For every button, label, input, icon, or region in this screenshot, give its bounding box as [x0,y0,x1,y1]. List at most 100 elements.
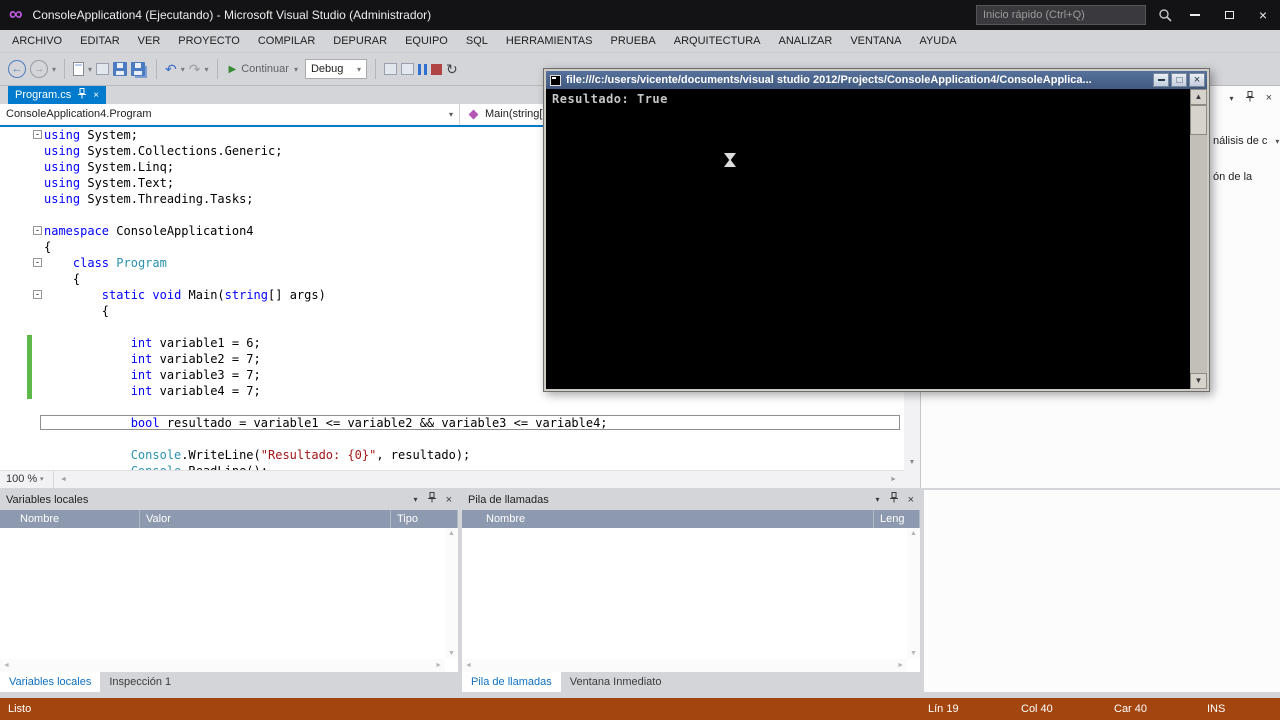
menu-sql[interactable]: SQL [457,30,497,52]
pin-icon[interactable] [427,490,437,510]
menu-ventana[interactable]: VENTANA [841,30,910,52]
tool-tab-variables-locales[interactable]: Variables locales [0,672,101,692]
locals-grid-body[interactable]: ▲ ▼ ◄ ► [0,528,458,672]
menu-equipo[interactable]: EQUIPO [396,30,457,52]
zoom-selector[interactable]: 100 % [0,471,54,489]
pin-icon[interactable] [77,88,87,102]
restart-button[interactable]: ↻ [446,62,458,76]
outlining-collapse-icon[interactable]: - [33,130,42,139]
menu-analizar[interactable]: ANALIZAR [770,30,842,52]
undo-icon[interactable]: ↶ [165,62,177,76]
menu-ver[interactable]: VER [129,30,170,52]
column-header-tipo[interactable]: Tipo [391,510,458,528]
navigate-back-button[interactable]: ← [8,60,26,78]
close-icon[interactable]: × [1266,92,1272,104]
save-icon[interactable] [113,62,128,76]
menu-ayuda[interactable]: AYUDA [910,30,965,52]
code-line[interactable] [0,399,904,415]
scrollbar-thumb[interactable] [1190,105,1207,135]
outlining-collapse-icon[interactable]: - [33,258,42,267]
window-menu-icon[interactable]: ▾ [876,490,880,510]
menu-prueba[interactable]: PRUEBA [601,30,664,52]
scroll-right-icon[interactable]: ► [435,659,442,672]
menu-herramientas[interactable]: HERRAMIENTAS [497,30,602,52]
console-titlebar[interactable]: file:///c:/users/vicente/documents/visua… [546,71,1207,89]
menu-archivo[interactable]: ARCHIVO [3,30,71,52]
document-tab-program-cs[interactable]: Program.cs × [8,86,107,104]
menu-editar[interactable]: EDITAR [71,30,129,52]
close-button[interactable]: × [1189,73,1205,87]
call-stack-window-titlebar[interactable]: Pila de llamadas ▾ × [462,490,920,510]
console-vertical-scrollbar[interactable]: ▲ ▼ [1190,89,1207,389]
restore-button[interactable] [1212,0,1246,30]
horizontal-scrollbar[interactable]: ◄ ► [0,659,445,672]
scroll-left-icon[interactable]: ◄ [3,659,10,672]
tool-tab-pila-de-llamadas[interactable]: Pila de llamadas [462,672,561,692]
code-line[interactable]: bool resultado = variable1 <= variable2 … [0,415,904,431]
breakpoints-window-icon[interactable] [400,63,414,75]
redo-dropdown-caret-icon[interactable]: ▾ [205,65,209,74]
pause-button[interactable] [417,63,427,75]
console-output-area[interactable]: Resultado: True ▲ ▼ [546,89,1207,389]
scroll-up-icon[interactable]: ▲ [1190,89,1207,105]
scroll-right-icon[interactable]: ► [890,471,897,489]
navigate-forward-button[interactable]: → [30,60,48,78]
call-stack-grid-body[interactable]: ▲ ▼ ◄ ► [462,528,920,672]
vertical-scrollbar[interactable]: ▲ ▼ [445,528,458,659]
scroll-left-icon[interactable]: ◄ [60,471,67,489]
window-menu-icon[interactable]: ▾ [414,490,418,510]
new-file-dropdown-caret-icon[interactable]: ▾ [88,65,92,74]
scroll-left-icon[interactable]: ◄ [465,659,472,672]
tool-tab-ventana-inmediato[interactable]: Ventana Inmediato [561,672,671,692]
vertical-scrollbar[interactable]: ▲ ▼ [907,528,920,659]
minimize-button[interactable] [1153,73,1169,87]
minimize-button[interactable] [1178,0,1212,30]
stop-debugging-button[interactable] [430,63,442,75]
locals-window-titlebar[interactable]: Variables locales ▾ × [0,490,458,510]
scroll-up-icon[interactable]: ▲ [907,530,920,537]
open-file-icon[interactable] [96,63,110,75]
chevron-down-icon[interactable]: ▾ [40,471,44,489]
close-button[interactable]: × [1246,0,1280,30]
column-header-leng[interactable]: Leng [874,510,920,528]
scroll-down-icon[interactable]: ▼ [445,650,458,657]
tool-tab-inspección-1[interactable]: Inspección 1 [100,672,180,692]
scroll-right-icon[interactable]: ► [897,659,904,672]
navigate-dropdown-caret-icon[interactable]: ▾ [52,65,56,74]
column-header-nombre[interactable]: Nombre [462,510,874,528]
menu-compilar[interactable]: COMPILAR [249,30,324,52]
outlining-collapse-icon[interactable]: - [33,226,42,235]
menu-depurar[interactable]: DEPURAR [324,30,396,52]
window-menu-icon[interactable]: ▾ [1230,94,1234,103]
scroll-down-icon[interactable]: ▼ [1190,373,1207,389]
new-file-icon[interactable] [73,62,85,76]
menu-proyecto[interactable]: PROYECTO [169,30,249,52]
undo-dropdown-caret-icon[interactable]: ▾ [181,65,185,74]
horizontal-scrollbar[interactable]: ◄ ► [462,659,907,672]
quick-launch-input[interactable] [976,5,1146,25]
debug-target-combobox[interactable]: Debug ▾ [304,59,367,79]
scroll-down-icon[interactable]: ▼ [904,456,920,470]
console-window[interactable]: file:///c:/users/vicente/documents/visua… [543,68,1210,392]
continue-button[interactable]: ▶ Continuar ▾ [226,63,301,75]
clipped-panel-text[interactable]: nálisis de c ▾ [1213,135,1279,147]
code-line[interactable]: Console.WriteLine("Resultado: {0}", resu… [0,447,904,463]
maximize-button[interactable] [1171,73,1187,87]
menu-arquitectura[interactable]: ARQUITECTURA [665,30,770,52]
code-line[interactable] [0,431,904,447]
pin-icon[interactable] [1245,91,1255,105]
pin-icon[interactable] [889,490,899,510]
save-all-icon[interactable] [131,62,146,76]
close-icon[interactable]: × [93,90,99,101]
outlining-collapse-icon[interactable]: - [33,290,42,299]
code-line[interactable]: Console.ReadLine(); [0,463,904,470]
type-dropdown[interactable]: ConsoleApplication4.Program ▾ [0,104,460,125]
scroll-up-icon[interactable]: ▲ [445,530,458,537]
show-next-statement-icon[interactable] [383,63,397,75]
redo-icon[interactable]: ↷ [189,62,201,76]
close-icon[interactable]: × [446,490,452,510]
scroll-down-icon[interactable]: ▼ [907,650,920,657]
close-icon[interactable]: × [908,490,914,510]
column-header-valor[interactable]: Valor [140,510,391,528]
column-header-nombre[interactable]: Nombre [0,510,140,528]
